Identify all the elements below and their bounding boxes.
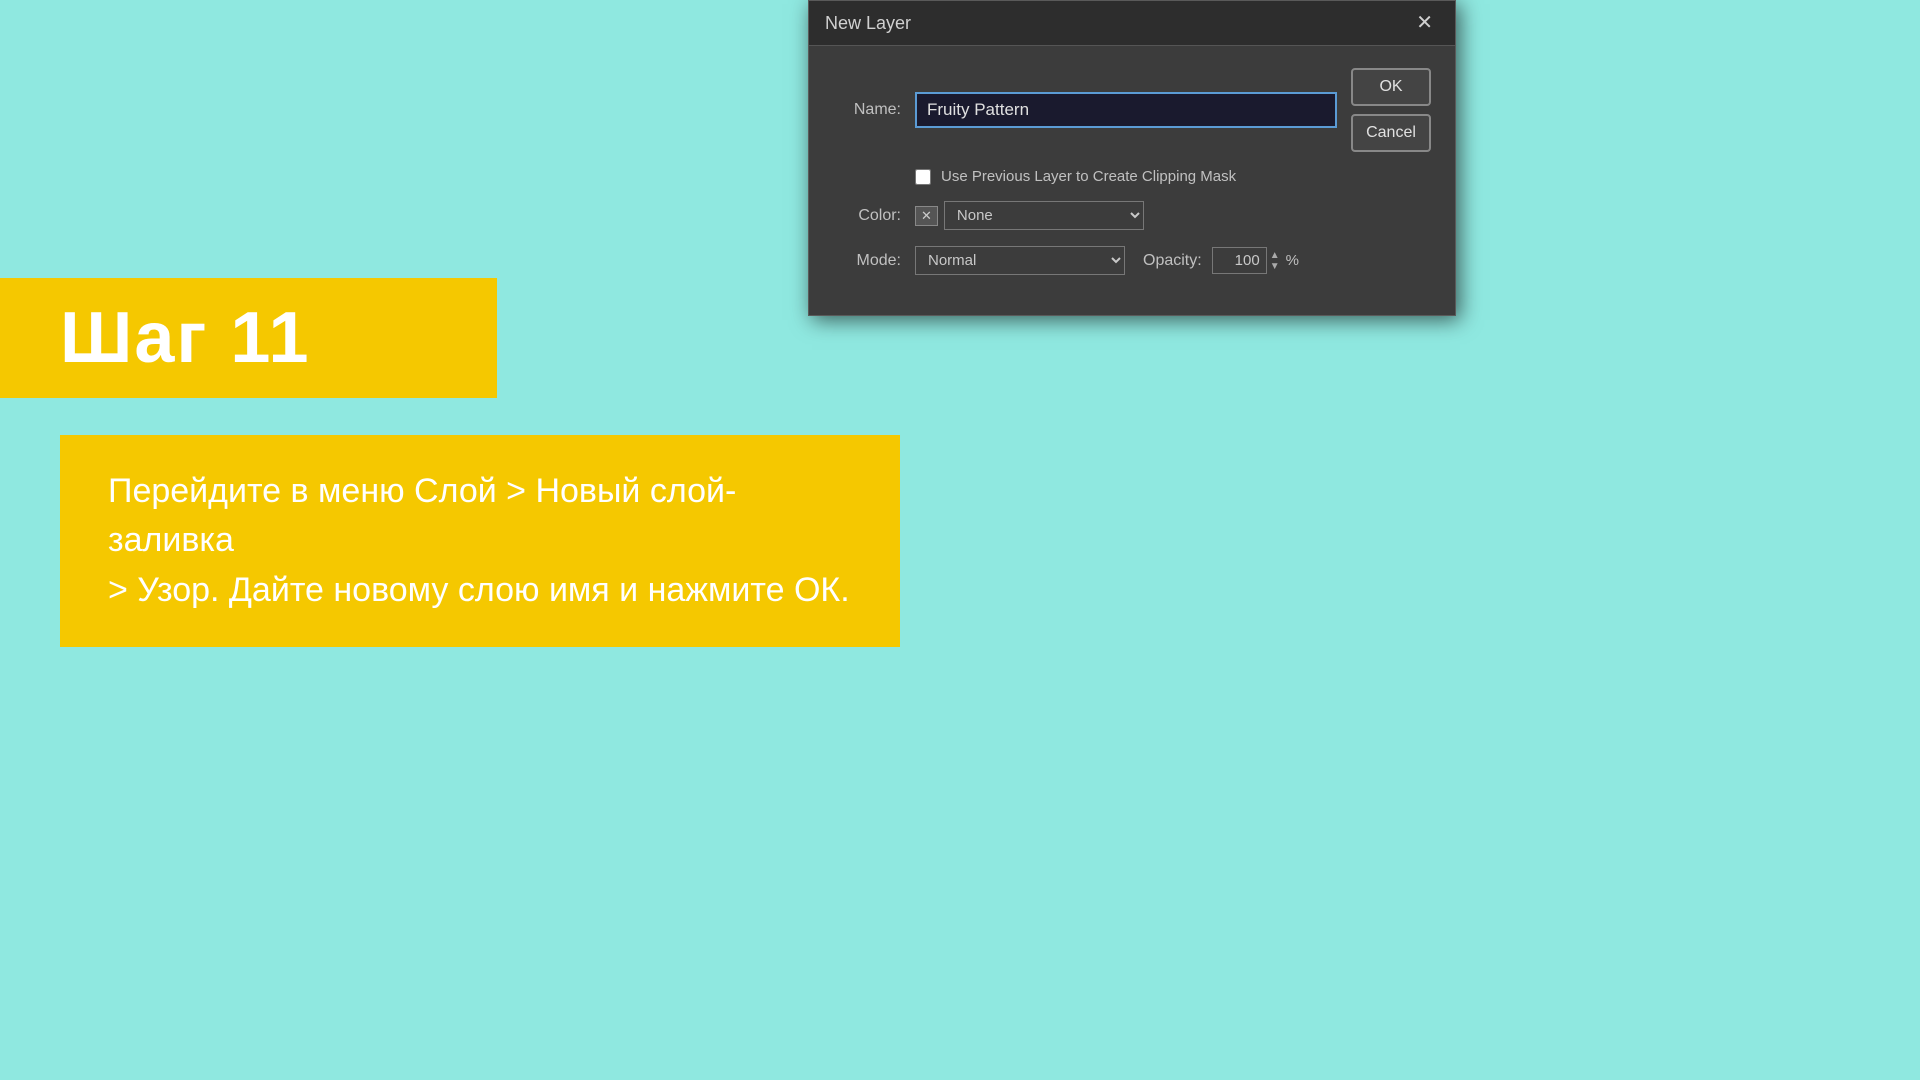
clipping-mask-checkbox[interactable] [915, 169, 931, 185]
color-label: Color: [833, 207, 901, 225]
dialog-titlebar: New Layer ✕ [809, 1, 1455, 46]
cancel-button[interactable]: Cancel [1351, 114, 1431, 152]
dialog-title: New Layer [825, 13, 911, 34]
mode-select[interactable]: Normal Dissolve Multiply Screen Overlay … [915, 246, 1125, 275]
name-input[interactable] [915, 92, 1337, 128]
opacity-stepper[interactable]: ▲ ▼ [1270, 250, 1280, 272]
checkbox-row: Use Previous Layer to Create Clipping Ma… [915, 168, 1431, 185]
ok-button[interactable]: OK [1351, 68, 1431, 106]
instruction-text: Перейдите в меню Слой > Новый слой-залив… [108, 467, 852, 615]
new-layer-dialog: New Layer ✕ Name: OK Cancel Use Previous… [808, 0, 1456, 316]
close-button[interactable]: ✕ [1410, 11, 1439, 35]
color-row: Color: ✕ None Red Orange Yellow Green Bl… [833, 201, 1431, 230]
action-buttons: OK Cancel [1351, 68, 1431, 152]
opacity-unit: % [1286, 252, 1299, 269]
name-row: Name: OK Cancel [833, 68, 1431, 152]
step-badge: Шаг 11 [0, 278, 497, 398]
step-label: Шаг 11 [60, 297, 311, 379]
opacity-down-arrow[interactable]: ▼ [1270, 261, 1280, 272]
color-select[interactable]: None Red Orange Yellow Green Blue Violet… [944, 201, 1144, 230]
dialog-backdrop: New Layer ✕ Name: OK Cancel Use Previous… [790, 0, 1920, 1080]
mode-row: Mode: Normal Dissolve Multiply Screen Ov… [833, 246, 1431, 275]
opacity-label: Opacity: [1143, 252, 1202, 270]
instruction-box: Перейдите в меню Слой > Новый слой-залив… [60, 435, 900, 647]
clipping-mask-label: Use Previous Layer to Create Clipping Ma… [941, 168, 1236, 185]
opacity-input[interactable] [1212, 247, 1267, 274]
color-x-icon: ✕ [915, 206, 938, 226]
mode-label: Mode: [833, 252, 901, 270]
dialog-body: Name: OK Cancel Use Previous Layer to Cr… [809, 46, 1455, 315]
name-label: Name: [833, 101, 901, 119]
opacity-up-arrow[interactable]: ▲ [1270, 250, 1280, 261]
